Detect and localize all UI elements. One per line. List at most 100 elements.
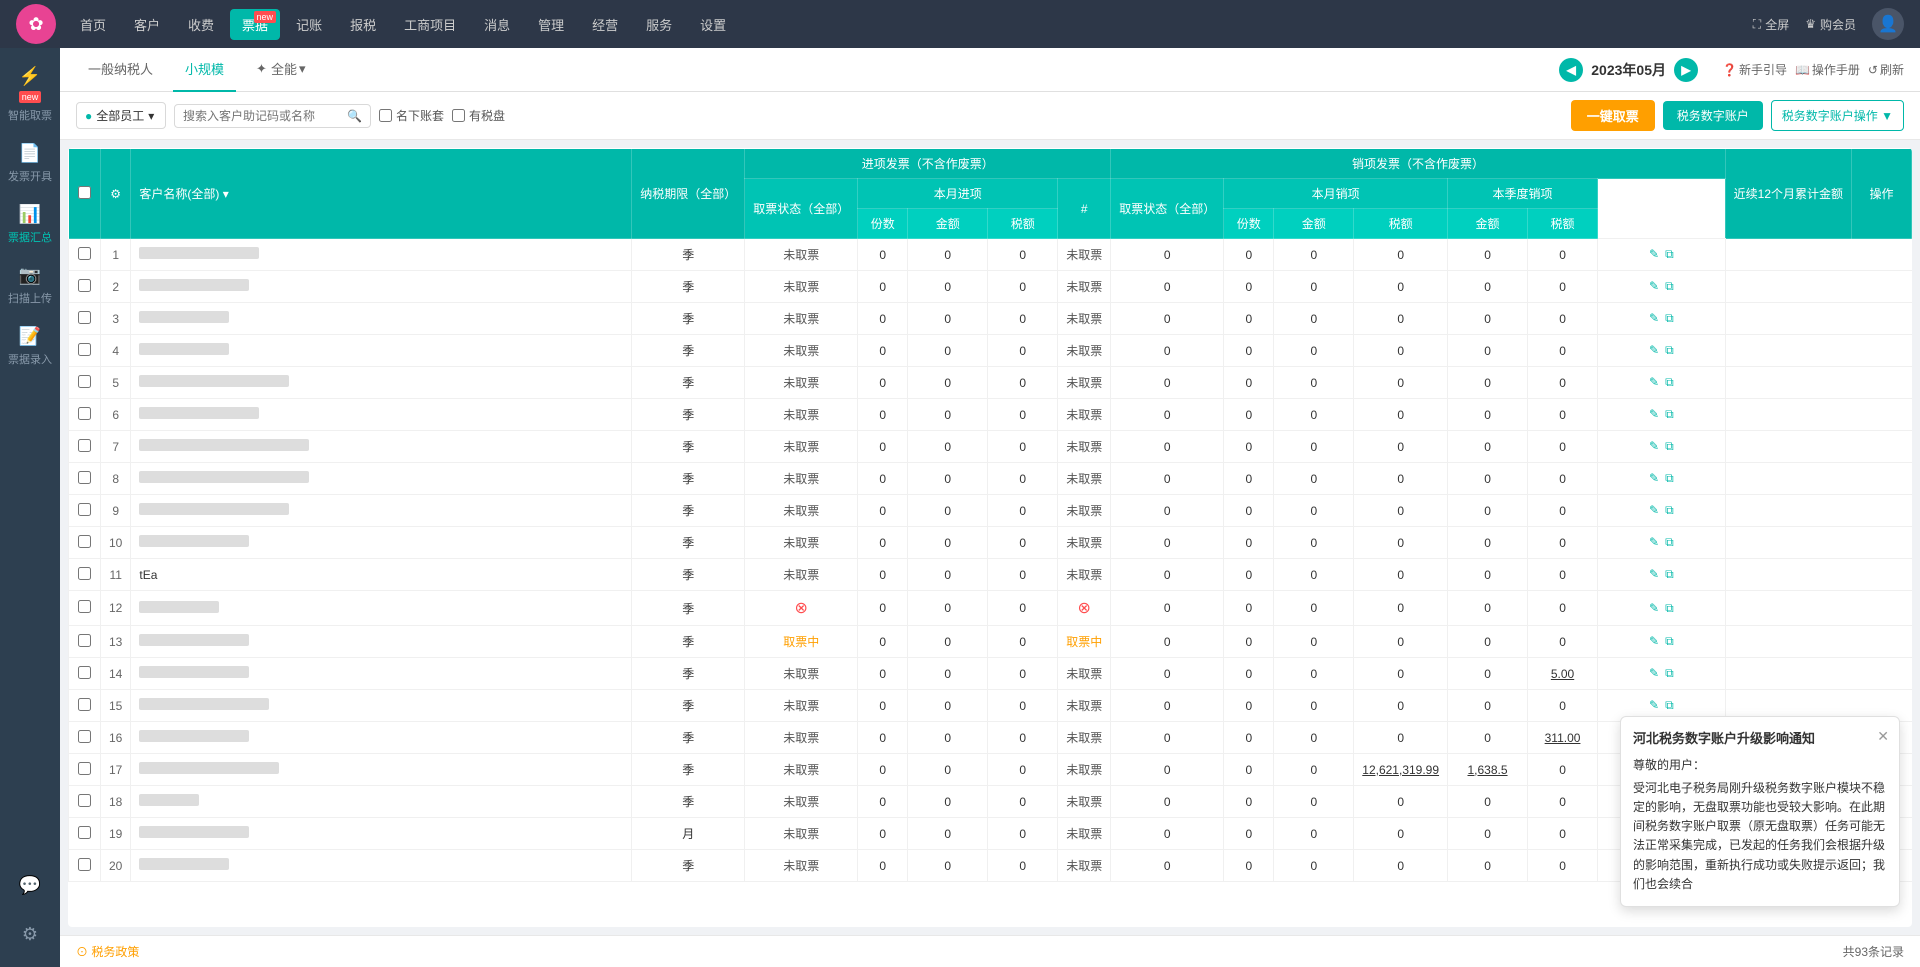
checkbox-cell[interactable] [69,690,101,722]
name-cell[interactable] [131,850,632,882]
nav-service[interactable]: 服务 [634,9,684,40]
nav-settings[interactable]: 设置 [688,9,738,40]
sidebar-config[interactable]: ⚙ [15,914,45,955]
copy-btn[interactable]: ⧉ [1665,247,1674,261]
copy-btn[interactable]: ⧉ [1665,601,1674,615]
checkbox-cell[interactable] [69,335,101,367]
nav-ticket[interactable]: 票据 new [230,9,280,40]
edit-btn[interactable]: ✎ [1649,343,1659,357]
sidebar-item-invoice-open[interactable]: 📄 发票开具 [0,133,60,194]
checkbox-cell[interactable] [69,722,101,754]
copy-btn[interactable]: ⧉ [1665,666,1674,680]
name-cell[interactable] [131,818,632,850]
search-icon[interactable]: 🔍 [347,109,362,123]
one-click-ticket-btn[interactable]: 一键取票 [1571,100,1655,131]
fullscreen-btn[interactable]: ⛶ 全屏 [1753,16,1789,33]
name-cell[interactable] [131,303,632,335]
nav-message[interactable]: 消息 [472,9,522,40]
name-cell[interactable] [131,690,632,722]
row-checkbox[interactable] [78,375,91,388]
checkbox-taxdisk[interactable]: 有税盘 [452,107,505,124]
edit-btn[interactable]: ✎ [1649,666,1659,680]
manual-link[interactable]: 📖 操作手册 [1795,61,1860,78]
nav-bookkeeping[interactable]: 记账 [284,9,334,40]
nav-client[interactable]: 客户 [122,9,172,40]
sidebar-item-invoice-summary[interactable]: 📊 票据汇总 [0,194,60,255]
checkbox-cell[interactable] [69,495,101,527]
name-cell[interactable] [131,431,632,463]
checkbox-cell[interactable] [69,559,101,591]
edit-btn[interactable]: ✎ [1649,279,1659,293]
checkbox-cell[interactable] [69,271,101,303]
nav-operation[interactable]: 经营 [580,9,630,40]
name-cell[interactable] [131,658,632,690]
sidebar-item-smart-ticket[interactable]: ⚡ new 智能取票 [0,56,60,133]
tab-all[interactable]: ✦ 全能 ▾ [244,48,317,92]
checkbox-subaccount[interactable]: 名下账套 [379,107,444,124]
sidebar-item-entry[interactable]: 📝 票据录入 [0,316,60,377]
vip-btn[interactable]: ♛ 购会员 [1805,16,1856,33]
checkbox-cell[interactable] [69,367,101,399]
tab-general-taxpayer[interactable]: 一般纳税人 [76,48,165,92]
row-checkbox[interactable] [78,567,91,580]
row-checkbox[interactable] [78,730,91,743]
date-next-btn[interactable]: ▶ [1674,58,1698,82]
copy-btn[interactable]: ⧉ [1665,407,1674,421]
row-checkbox[interactable] [78,279,91,292]
row-checkbox[interactable] [78,634,91,647]
checkbox-cell[interactable] [69,658,101,690]
copy-btn[interactable]: ⧉ [1665,634,1674,648]
checkbox-cell[interactable] [69,431,101,463]
nav-business[interactable]: 工商项目 [392,9,468,40]
checkbox-cell[interactable] [69,303,101,335]
edit-btn[interactable]: ✎ [1649,311,1659,325]
row-checkbox[interactable] [78,826,91,839]
copy-btn[interactable]: ⧉ [1665,279,1674,293]
row-checkbox[interactable] [78,794,91,807]
row-checkbox[interactable] [78,471,91,484]
copy-btn[interactable]: ⧉ [1665,375,1674,389]
name-cell[interactable] [131,335,632,367]
date-prev-btn[interactable]: ◀ [1559,58,1583,82]
user-avatar[interactable]: 👤 [1872,8,1904,40]
search-input[interactable] [183,109,343,123]
nav-tax[interactable]: 报税 [338,9,388,40]
row-checkbox[interactable] [78,600,91,613]
copy-btn[interactable]: ⧉ [1665,439,1674,453]
edit-btn[interactable]: ✎ [1649,567,1659,581]
name-cell[interactable] [131,239,632,271]
name-cell[interactable] [131,722,632,754]
row-checkbox[interactable] [78,858,91,871]
name-cell[interactable]: tEa [131,559,632,591]
row-checkbox[interactable] [78,247,91,260]
row-checkbox[interactable] [78,535,91,548]
name-cell[interactable] [131,495,632,527]
row-checkbox[interactable] [78,343,91,356]
taxdisk-checkbox[interactable] [452,109,465,122]
row-checkbox[interactable] [78,503,91,516]
checkbox-cell[interactable] [69,399,101,431]
copy-btn[interactable]: ⧉ [1665,343,1674,357]
checkbox-cell[interactable] [69,626,101,658]
name-cell[interactable] [131,399,632,431]
nav-fee[interactable]: 收费 [176,9,226,40]
copy-btn[interactable]: ⧉ [1665,311,1674,325]
edit-btn[interactable]: ✎ [1649,407,1659,421]
name-cell[interactable] [131,463,632,495]
name-cell[interactable] [131,786,632,818]
nav-manage[interactable]: 管理 [526,9,576,40]
name-cell[interactable] [131,754,632,786]
edit-btn[interactable]: ✎ [1649,634,1659,648]
tax-digital-ops-btn[interactable]: 税务数字账户操作 ▼ [1771,100,1904,131]
out-error-icon[interactable]: ⊗ [1078,600,1091,617]
row-checkbox[interactable] [78,762,91,775]
sidebar-item-scan[interactable]: 📷 扫描上传 [0,255,60,316]
copy-btn[interactable]: ⧉ [1665,503,1674,517]
edit-btn[interactable]: ✎ [1649,698,1659,712]
checkbox-cell[interactable] [69,786,101,818]
checkbox-cell[interactable] [69,754,101,786]
checkbox-cell[interactable] [69,591,101,626]
new-guide-link[interactable]: ❓ 新手引导 [1722,61,1787,78]
name-cell[interactable] [131,367,632,399]
edit-btn[interactable]: ✎ [1649,471,1659,485]
